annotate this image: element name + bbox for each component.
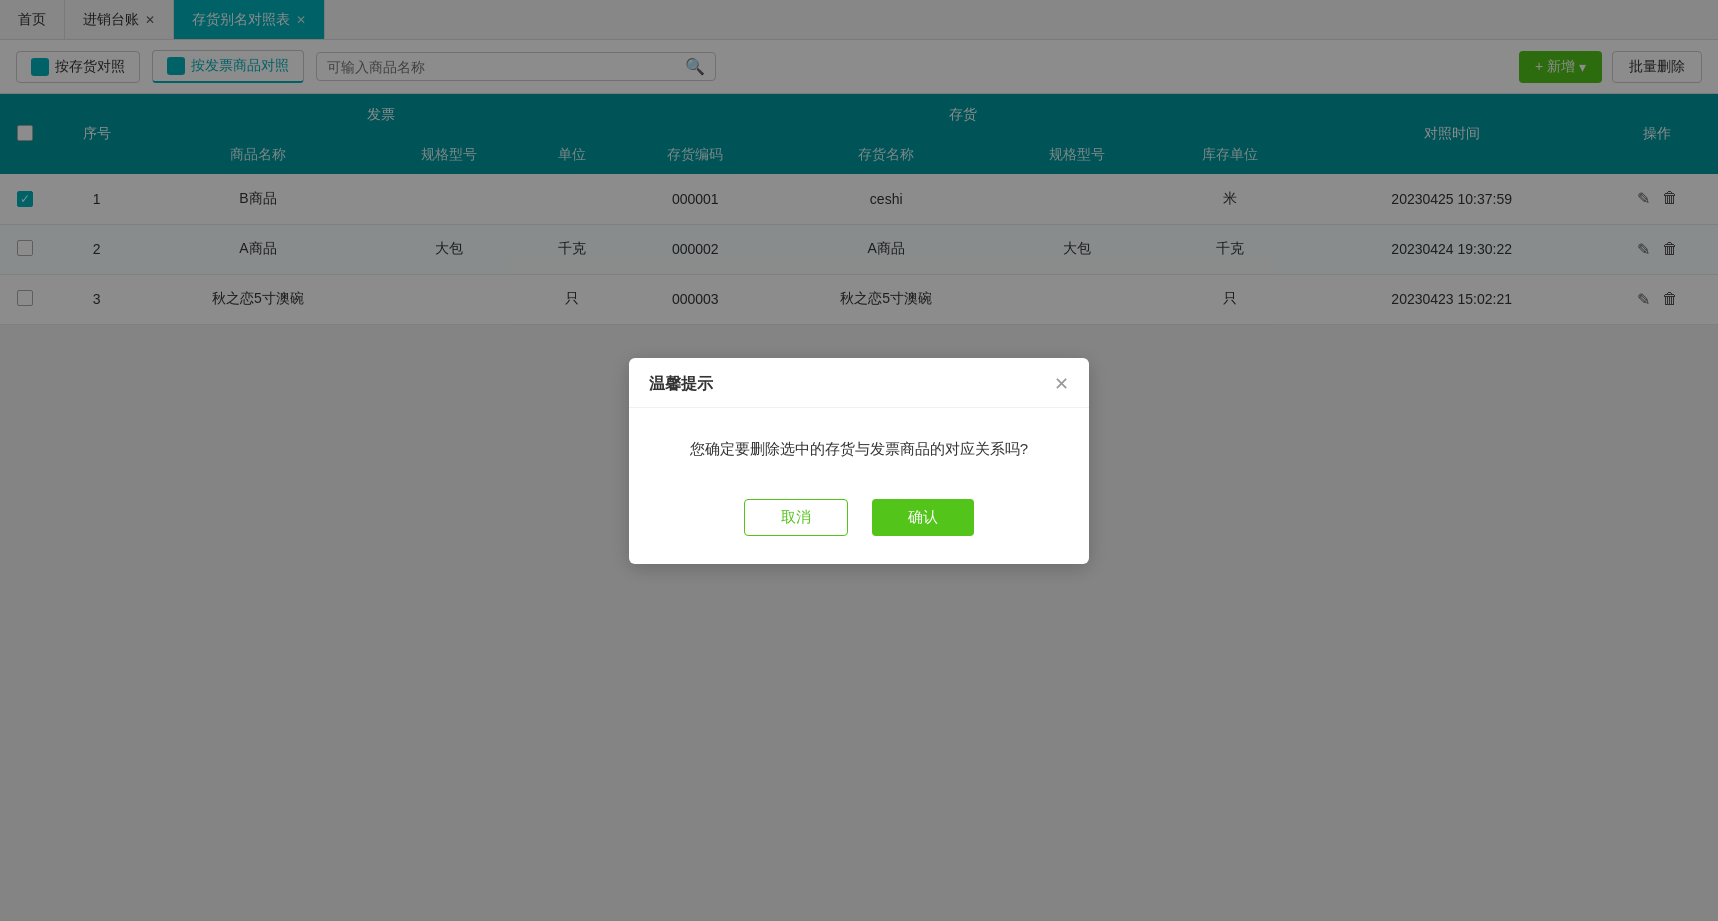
dialog-overlay: 温馨提示 ✕ 您确定要删除选中的存货与发票商品的对应关系吗? 取消 确认 (0, 0, 1718, 325)
